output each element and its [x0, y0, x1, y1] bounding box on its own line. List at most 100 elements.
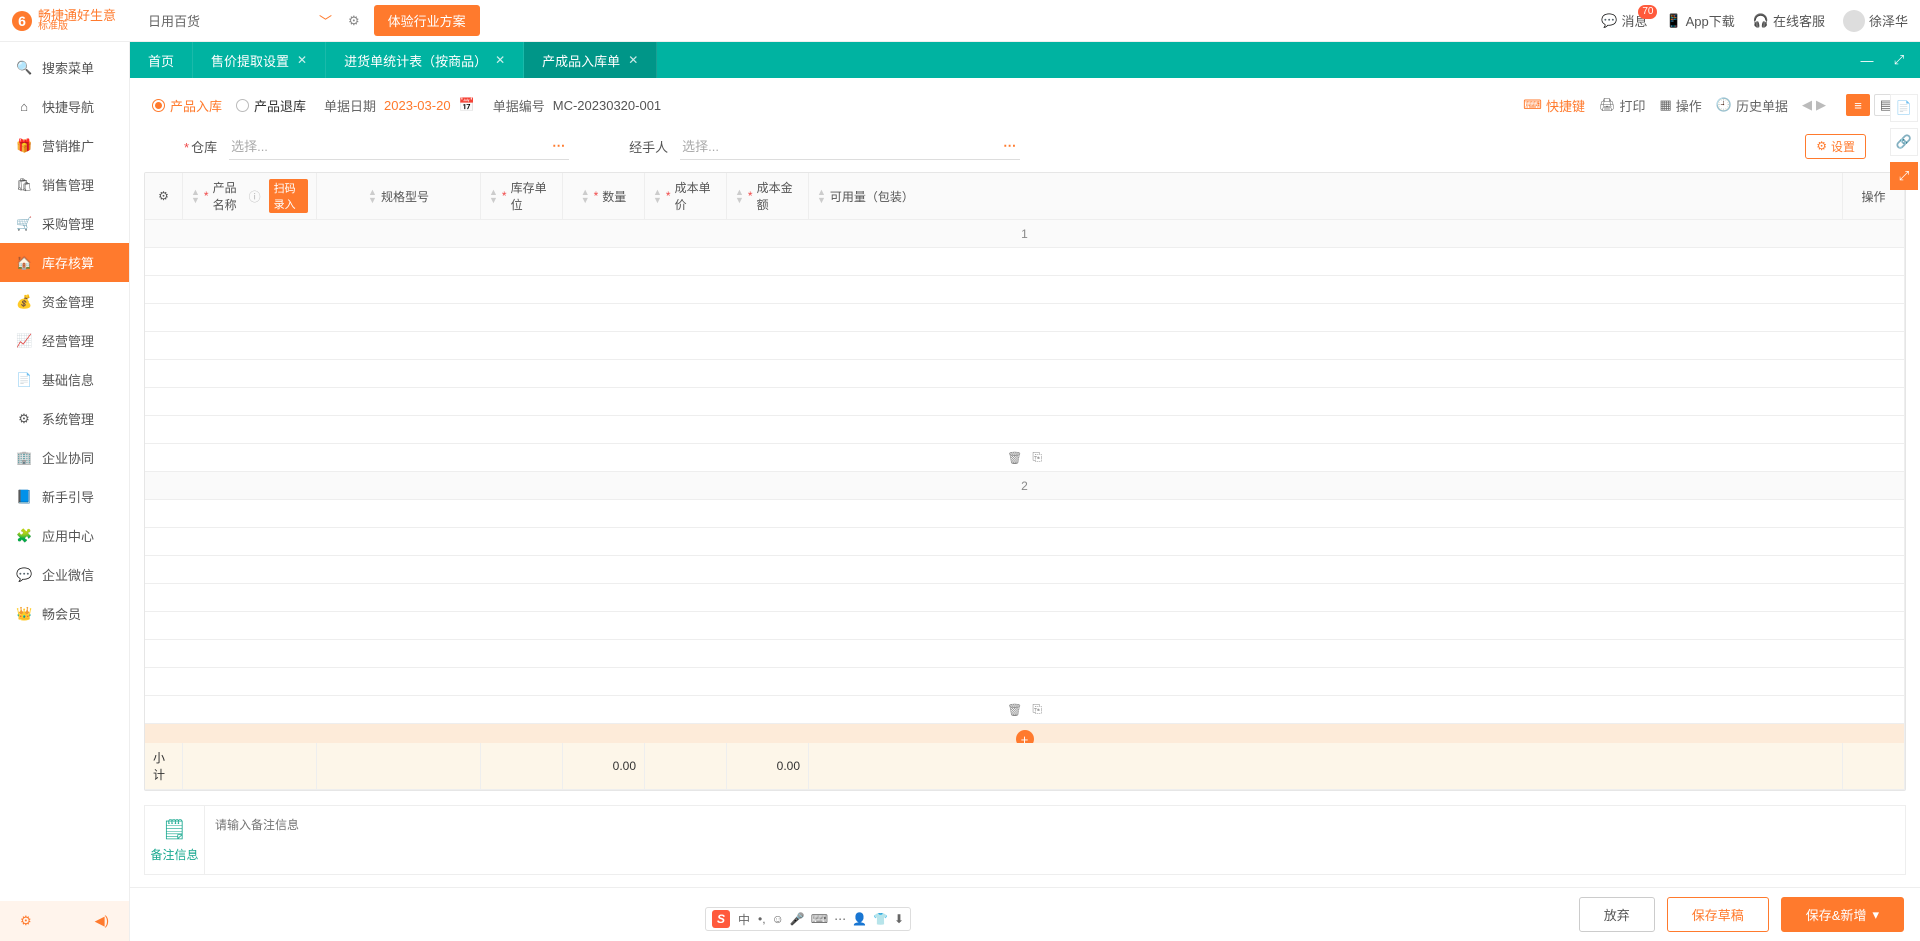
sidebar-item[interactable]: 🛍 销售管理: [0, 165, 129, 204]
col-available[interactable]: ▲▼可用量（包装）: [809, 173, 1843, 220]
sidebar-item[interactable]: 📈经营管理: [0, 321, 129, 360]
operate-button[interactable]: ▦操作: [1659, 96, 1701, 115]
tab-expand-icon[interactable]: ⤢: [1888, 49, 1910, 71]
sidebar-item[interactable]: 🧩应用中心: [0, 516, 129, 555]
radio-product-out[interactable]: 产品退库: [236, 96, 306, 115]
sidebar-item[interactable]: ⚙系统管理: [0, 399, 129, 438]
rail-expand-icon[interactable]: ⤢: [1890, 162, 1918, 190]
subtotal-amount: 0.00: [727, 743, 809, 790]
copy-icon[interactable]: ⎘: [1032, 450, 1042, 465]
ime-icon[interactable]: 👤: [852, 912, 867, 926]
sidebar-label: 应用中心: [42, 526, 94, 545]
sidebar-icon: 🏢: [16, 450, 32, 466]
sidebar-item[interactable]: 🏠库存核算: [0, 243, 129, 282]
col-spec[interactable]: ▲▼规格型号: [317, 173, 481, 220]
handler-select[interactable]: 选择... ⋯: [680, 132, 1020, 160]
messages-button[interactable]: 💬 消息 70: [1601, 11, 1647, 30]
close-icon[interactable]: ✕: [495, 53, 505, 67]
col-price[interactable]: ▲▼*成本单价: [645, 173, 727, 220]
next-doc-icon[interactable]: ▶: [1816, 97, 1826, 113]
sidebar-item[interactable]: 🏢企业协同: [0, 438, 129, 477]
sidebar-label: 新手引导: [42, 487, 94, 506]
messages-badge: 70: [1638, 5, 1657, 19]
radio-out-label: 产品退库: [254, 96, 306, 115]
collapse-icon[interactable]: ◀): [95, 913, 109, 929]
tab-minimize-icon[interactable]: —: [1856, 49, 1878, 71]
history-button[interactable]: 🕘历史单据: [1716, 96, 1788, 115]
sidebar-item[interactable]: 🔍搜索菜单: [0, 48, 129, 87]
col-amount[interactable]: ▲▼*成本金额: [727, 173, 809, 220]
sidebar-item[interactable]: 👑畅会员: [0, 594, 129, 633]
col-product[interactable]: ▲▼*产品名称ⓘ扫码录入: [183, 173, 317, 220]
print-button[interactable]: 🖨打印: [1599, 96, 1646, 115]
project-selector[interactable]: 日用百货 ﹀: [140, 7, 340, 35]
sogou-icon: S: [712, 910, 730, 928]
ime-icon[interactable]: ☺: [772, 912, 784, 926]
rail-doc-icon[interactable]: 📄: [1890, 94, 1918, 122]
warehouse-select[interactable]: 选择... ⋯: [229, 132, 569, 160]
ime-icon[interactable]: ⌨: [811, 912, 828, 926]
close-icon[interactable]: ✕: [628, 53, 638, 67]
ime-icon[interactable]: 🎤: [790, 912, 805, 926]
ime-icon[interactable]: ⬇: [894, 912, 904, 926]
save-new-button[interactable]: 保存&新增 ▾: [1781, 897, 1904, 932]
handler-placeholder: 选择...: [682, 136, 719, 155]
tab[interactable]: 售价提取设置✕: [193, 42, 326, 78]
gear-icon[interactable]: ⚙: [20, 913, 32, 929]
copy-icon[interactable]: ⎘: [1032, 702, 1042, 717]
sidebar-item[interactable]: 💰资金管理: [0, 282, 129, 321]
remarks-label: 备注信息: [150, 846, 198, 863]
chevron-down-icon: ﹀: [319, 11, 332, 30]
tab[interactable]: 进货单统计表（按商品） ✕: [326, 42, 524, 78]
sidebar-item[interactable]: ⌂快捷导航: [0, 87, 129, 126]
prev-doc-icon[interactable]: ◀: [1802, 97, 1812, 113]
remarks-input[interactable]: [205, 806, 1905, 874]
delete-icon[interactable]: 🗑: [1007, 451, 1022, 465]
sidebar-label: 系统管理: [42, 409, 94, 428]
radio-product-in[interactable]: 产品入库: [152, 96, 222, 115]
sidebar-item[interactable]: 🛒采购管理: [0, 204, 129, 243]
calendar-icon[interactable]: 📅: [459, 97, 475, 113]
date-value[interactable]: 2023-03-20: [384, 98, 451, 113]
ime-lang[interactable]: 中: [738, 911, 750, 928]
product-table: ⚙ ▲▼*产品名称ⓘ扫码录入 ▲▼规格型号 ▲▼*库存单位 ▲▼*数量 ▲▼*成…: [144, 172, 1906, 791]
sidebar-item[interactable]: 📘新手引导: [0, 477, 129, 516]
settings-button[interactable]: ⚙ 设置: [1805, 134, 1866, 159]
ime-icon[interactable]: •,: [758, 912, 766, 926]
tab[interactable]: 首页: [130, 42, 193, 78]
row-index: 2: [145, 472, 1905, 500]
col-config-icon[interactable]: ⚙: [145, 173, 183, 220]
sidebar-item[interactable]: 🎁营销推广: [0, 126, 129, 165]
doc-no-value: MC-20230320-001: [553, 98, 661, 113]
scan-button[interactable]: 扫码录入: [269, 179, 308, 213]
app-download-button[interactable]: 📱 App下载: [1665, 11, 1734, 30]
save-draft-button[interactable]: 保存草稿: [1667, 897, 1769, 932]
rail-link-icon[interactable]: 🔗: [1890, 128, 1918, 156]
sidebar-item[interactable]: 💬企业微信: [0, 555, 129, 594]
discard-button[interactable]: 放弃: [1579, 897, 1655, 932]
sidebar-icon: 🔍: [16, 60, 32, 76]
delete-icon[interactable]: 🗑: [1007, 703, 1022, 717]
col-qty[interactable]: ▲▼*数量: [563, 173, 645, 220]
sidebar-item[interactable]: 📄基础信息: [0, 360, 129, 399]
close-icon[interactable]: ✕: [297, 53, 307, 67]
experience-button[interactable]: 体验行业方案: [374, 5, 480, 36]
date-label: 单据日期: [324, 96, 376, 115]
sidebar-label: 销售管理: [42, 175, 94, 194]
sidebar-icon: 📄: [16, 372, 32, 388]
ime-icon[interactable]: 👕: [873, 912, 888, 926]
tab-label: 进货单统计表（按商品）: [344, 51, 487, 70]
sidebar-icon: ⌂: [16, 99, 32, 114]
ime-icon[interactable]: ⋯: [834, 912, 846, 926]
history-icon: 🕘: [1716, 97, 1732, 113]
ime-toolbar[interactable]: S 中 •, ☺ 🎤 ⌨ ⋯ 👤 👕 ⬇: [705, 907, 911, 931]
view-list-button[interactable]: ≡: [1846, 94, 1870, 116]
user-menu[interactable]: 徐泽华: [1843, 10, 1908, 32]
shortcut-button[interactable]: ⌨快捷键: [1523, 96, 1585, 115]
gear-icon[interactable]: ⚙: [348, 13, 360, 29]
tab[interactable]: 产成品入库单✕: [524, 42, 657, 78]
col-unit[interactable]: ▲▼*库存单位: [481, 173, 563, 220]
add-row-icon[interactable]: +: [1016, 730, 1034, 743]
support-button[interactable]: 🎧 在线客服: [1753, 11, 1825, 30]
sidebar-icon: 🛍: [16, 177, 32, 193]
